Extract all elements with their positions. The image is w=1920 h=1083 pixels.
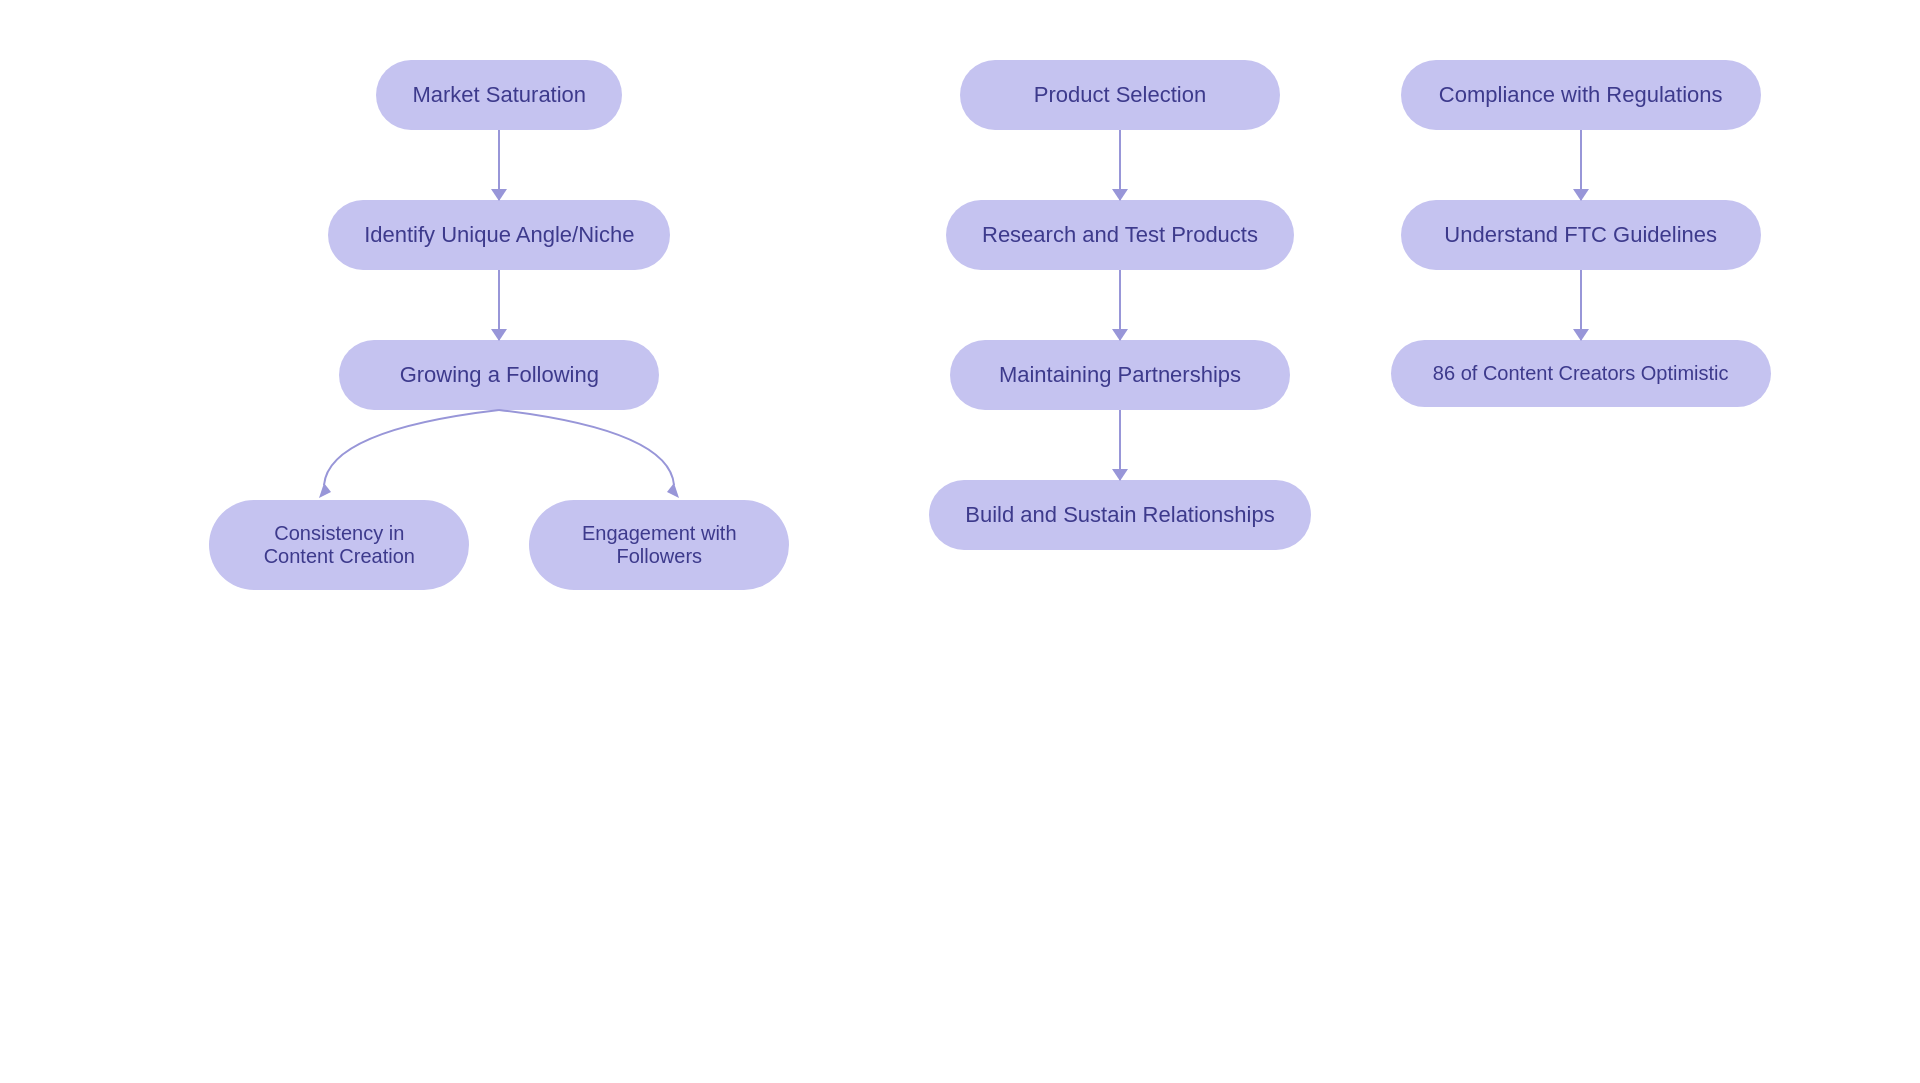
node-engagement: Engagement with Followers xyxy=(529,500,789,590)
arrow-3 xyxy=(1119,130,1121,200)
svg-marker-1 xyxy=(667,483,679,498)
arrow-7 xyxy=(1580,270,1582,340)
node-compliance: Compliance with Regulations xyxy=(1401,60,1761,130)
node-growing-following: Growing a Following xyxy=(339,340,659,410)
node-consistency: Consistency in Content Creation xyxy=(209,500,469,590)
diagram-container: Market Saturation Identify Unique Angle/… xyxy=(0,0,1920,1083)
split-arrows-svg xyxy=(149,410,849,500)
flow-column-2: Product Selection Research and Test Prod… xyxy=(929,60,1310,550)
node-creators-optimistic: 86 of Content Creators Optimistic xyxy=(1391,340,1771,407)
arrow-6 xyxy=(1580,130,1582,200)
flow-column-3: Compliance with Regulations Understand F… xyxy=(1391,60,1771,407)
arrow-1 xyxy=(498,130,500,200)
split-bottom-row: Consistency in Content Creation Engageme… xyxy=(149,500,849,590)
node-maintaining-partnerships: Maintaining Partnerships xyxy=(950,340,1290,410)
node-build-sustain: Build and Sustain Relationships xyxy=(929,480,1310,550)
node-ftc-guidelines: Understand FTC Guidelines xyxy=(1401,200,1761,270)
node-identify-niche: Identify Unique Angle/Niche xyxy=(328,200,670,270)
arrow-4 xyxy=(1119,270,1121,340)
arrow-2 xyxy=(498,270,500,340)
svg-marker-0 xyxy=(319,483,331,498)
node-product-selection: Product Selection xyxy=(960,60,1280,130)
node-research-products: Research and Test Products xyxy=(946,200,1294,270)
flow-column-1: Market Saturation Identify Unique Angle/… xyxy=(149,60,849,590)
arrow-5 xyxy=(1119,410,1121,480)
node-market-saturation: Market Saturation xyxy=(376,60,622,130)
